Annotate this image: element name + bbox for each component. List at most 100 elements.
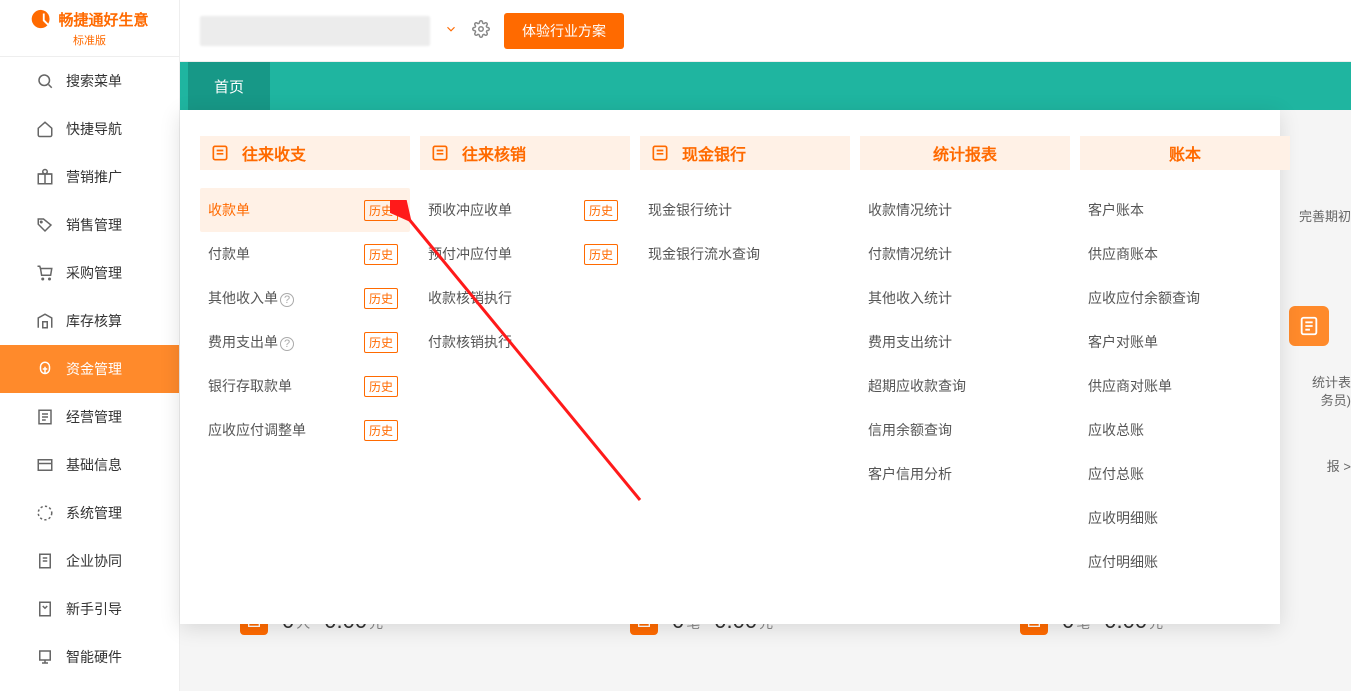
mega-menu-item[interactable]: 客户对账单 [1080, 320, 1290, 364]
mega-menu-item-label: 付款单 [208, 244, 250, 264]
sidebar-item-home[interactable]: 快捷导航 [0, 105, 179, 153]
history-tag[interactable]: 历史 [364, 288, 398, 309]
mega-menu-item[interactable]: 付款核销执行 [420, 320, 630, 364]
mega-menu-item-label: 应收应付调整单 [208, 420, 306, 440]
mega-column: 统计报表收款情况统计付款情况统计其他收入统计费用支出统计超期应收款查询信用余额查… [860, 136, 1070, 584]
sidebar-item-label: 快捷导航 [66, 119, 122, 139]
history-tag[interactable]: 历史 [364, 200, 398, 221]
tab-home[interactable]: 首页 [188, 62, 270, 110]
mega-menu-item-label: 其他收入单? [208, 288, 294, 308]
mega-menu-item[interactable]: 预付冲应付单 历史 [420, 232, 630, 276]
mega-menu-item-label: 应收应付余额查询 [1088, 288, 1200, 308]
mega-menu-item-label: 预收冲应收单 [428, 200, 512, 220]
history-tag[interactable]: 历史 [584, 200, 618, 221]
sidebar-item-base[interactable]: 基础信息 [0, 441, 179, 489]
mega-column: 现金银行现金银行统计现金银行流水查询 [640, 136, 850, 584]
brand-block: 畅捷通好生意 标准版 [0, 0, 179, 57]
mega-menu-item[interactable]: 应收总账 [1080, 408, 1290, 452]
sidebar-item-label: 营销推广 [66, 167, 122, 187]
mega-menu-item-label: 客户信用分析 [868, 464, 952, 484]
sidebar-item-money[interactable]: 资金管理 [0, 345, 179, 393]
mega-menu-item[interactable]: 付款单 历史 [200, 232, 410, 276]
mega-menu-item[interactable]: 其他收入单? 历史 [200, 276, 410, 320]
org-selector-blurred[interactable] [200, 16, 430, 46]
mega-menu-item-label: 付款情况统计 [868, 244, 952, 264]
mega-column-title: 统计报表 [933, 141, 997, 165]
mega-menu-item-label: 银行存取款单 [208, 376, 292, 396]
mega-menu-item-label: 预付冲应付单 [428, 244, 512, 264]
mega-column: 往来核销预收冲应收单历史预付冲应付单历史收款核销执行付款核销执行 [420, 136, 630, 584]
mega-menu-item-label: 费用支出统计 [868, 332, 952, 352]
history-tag[interactable]: 历史 [364, 332, 398, 353]
report-icon-button[interactable] [1289, 306, 1329, 346]
mega-menu-item[interactable]: 信用余额查询 [860, 408, 1070, 452]
history-tag[interactable]: 历史 [364, 420, 398, 441]
help-icon[interactable]: ? [280, 293, 294, 307]
sidebar-item-search[interactable]: 搜索菜单 [0, 57, 179, 105]
mega-menu-item[interactable]: 现金银行统计 [640, 188, 850, 232]
mega-menu-item[interactable]: 应收应付调整单 历史 [200, 408, 410, 452]
history-tag[interactable]: 历史 [364, 376, 398, 397]
mega-menu-item-label: 供应商账本 [1088, 244, 1158, 264]
mega-menu-item[interactable]: 供应商账本 [1080, 232, 1290, 276]
sidebar-item-cart[interactable]: 采购管理 [0, 249, 179, 297]
mega-menu-item-label: 收款核销执行 [428, 288, 512, 308]
mega-menu-item[interactable]: 应付总账 [1080, 452, 1290, 496]
mega-menu-item[interactable]: 收款核销执行 [420, 276, 630, 320]
hw-icon [36, 648, 54, 666]
mega-menu-item[interactable]: 客户信用分析 [860, 452, 1070, 496]
sidebar-item-label: 新手引导 [66, 599, 122, 619]
stock-icon [36, 312, 54, 330]
mega-column-title: 往来核销 [462, 141, 526, 165]
sidebar-item-ops[interactable]: 经营管理 [0, 393, 179, 441]
sidebar-item-stock[interactable]: 库存核算 [0, 297, 179, 345]
mega-menu-item-label: 现金银行流水查询 [648, 244, 760, 264]
history-tag[interactable]: 历史 [364, 244, 398, 265]
sidebar-item-sale[interactable]: 销售管理 [0, 201, 179, 249]
mega-menu-item[interactable]: 付款情况统计 [860, 232, 1070, 276]
sale-icon [36, 216, 54, 234]
mega-column-title: 现金银行 [682, 141, 746, 165]
sidebar-item-label: 销售管理 [66, 215, 122, 235]
mega-menu-item[interactable]: 应付明细账 [1080, 540, 1290, 584]
right-fragment: 统计表 [1312, 372, 1351, 391]
mega-menu-item[interactable]: 费用支出单? 历史 [200, 320, 410, 364]
mega-menu-item[interactable]: 其他收入统计 [860, 276, 1070, 320]
mega-menu-item-label: 其他收入统计 [868, 288, 952, 308]
mega-menu-item[interactable]: 预收冲应收单 历史 [420, 188, 630, 232]
mega-column: 账本客户账本供应商账本应收应付余额查询客户对账单供应商对账单应收总账应付总账应收… [1080, 136, 1290, 584]
mega-menu-item[interactable]: 客户账本 [1080, 188, 1290, 232]
mega-menu-item[interactable]: 费用支出统计 [860, 320, 1070, 364]
mega-column-header: 统计报表 [860, 136, 1070, 170]
right-fragment[interactable]: 报 > [1327, 456, 1351, 475]
chevron-down-icon[interactable] [444, 22, 458, 39]
sidebar-item-guide[interactable]: 新手引导 [0, 585, 179, 633]
mega-menu-item-label: 应收明细账 [1088, 508, 1158, 528]
gear-icon[interactable] [472, 20, 490, 41]
brand-edition: 标准版 [73, 32, 106, 48]
mega-menu-item[interactable]: 现金银行流水查询 [640, 232, 850, 276]
sidebar: 畅捷通好生意 标准版 搜索菜单快捷导航营销推广销售管理采购管理库存核算资金管理经… [0, 0, 180, 691]
sys-icon [36, 504, 54, 522]
sidebar-item-hw[interactable]: 智能硬件 [0, 633, 179, 681]
mega-menu-item[interactable]: 供应商对账单 [1080, 364, 1290, 408]
mega-menu-item-label: 应收总账 [1088, 420, 1144, 440]
sidebar-item-sys[interactable]: 系统管理 [0, 489, 179, 537]
sidebar-item-team[interactable]: 企业协同 [0, 537, 179, 585]
help-icon[interactable]: ? [280, 337, 294, 351]
industry-plan-button[interactable]: 体验行业方案 [504, 13, 624, 49]
ops-icon [36, 408, 54, 426]
mega-menu-item-label: 费用支出单? [208, 332, 294, 352]
mega-menu-item[interactable]: 应收明细账 [1080, 496, 1290, 540]
mega-menu: 往来收支收款单历史付款单历史其他收入单?历史费用支出单?历史银行存取款单历史应收… [180, 110, 1280, 624]
mega-menu-item[interactable]: 超期应收款查询 [860, 364, 1070, 408]
guide-icon [36, 600, 54, 618]
sidebar-item-gift[interactable]: 营销推广 [0, 153, 179, 201]
mega-menu-item[interactable]: 收款情况统计 [860, 188, 1070, 232]
mega-menu-item[interactable]: 应收应付余额查询 [1080, 276, 1290, 320]
mega-menu-item[interactable]: 银行存取款单 历史 [200, 364, 410, 408]
brand-logo-icon [30, 8, 52, 30]
history-tag[interactable]: 历史 [584, 244, 618, 265]
search-icon [36, 72, 54, 90]
mega-menu-item[interactable]: 收款单历史 [200, 188, 410, 232]
